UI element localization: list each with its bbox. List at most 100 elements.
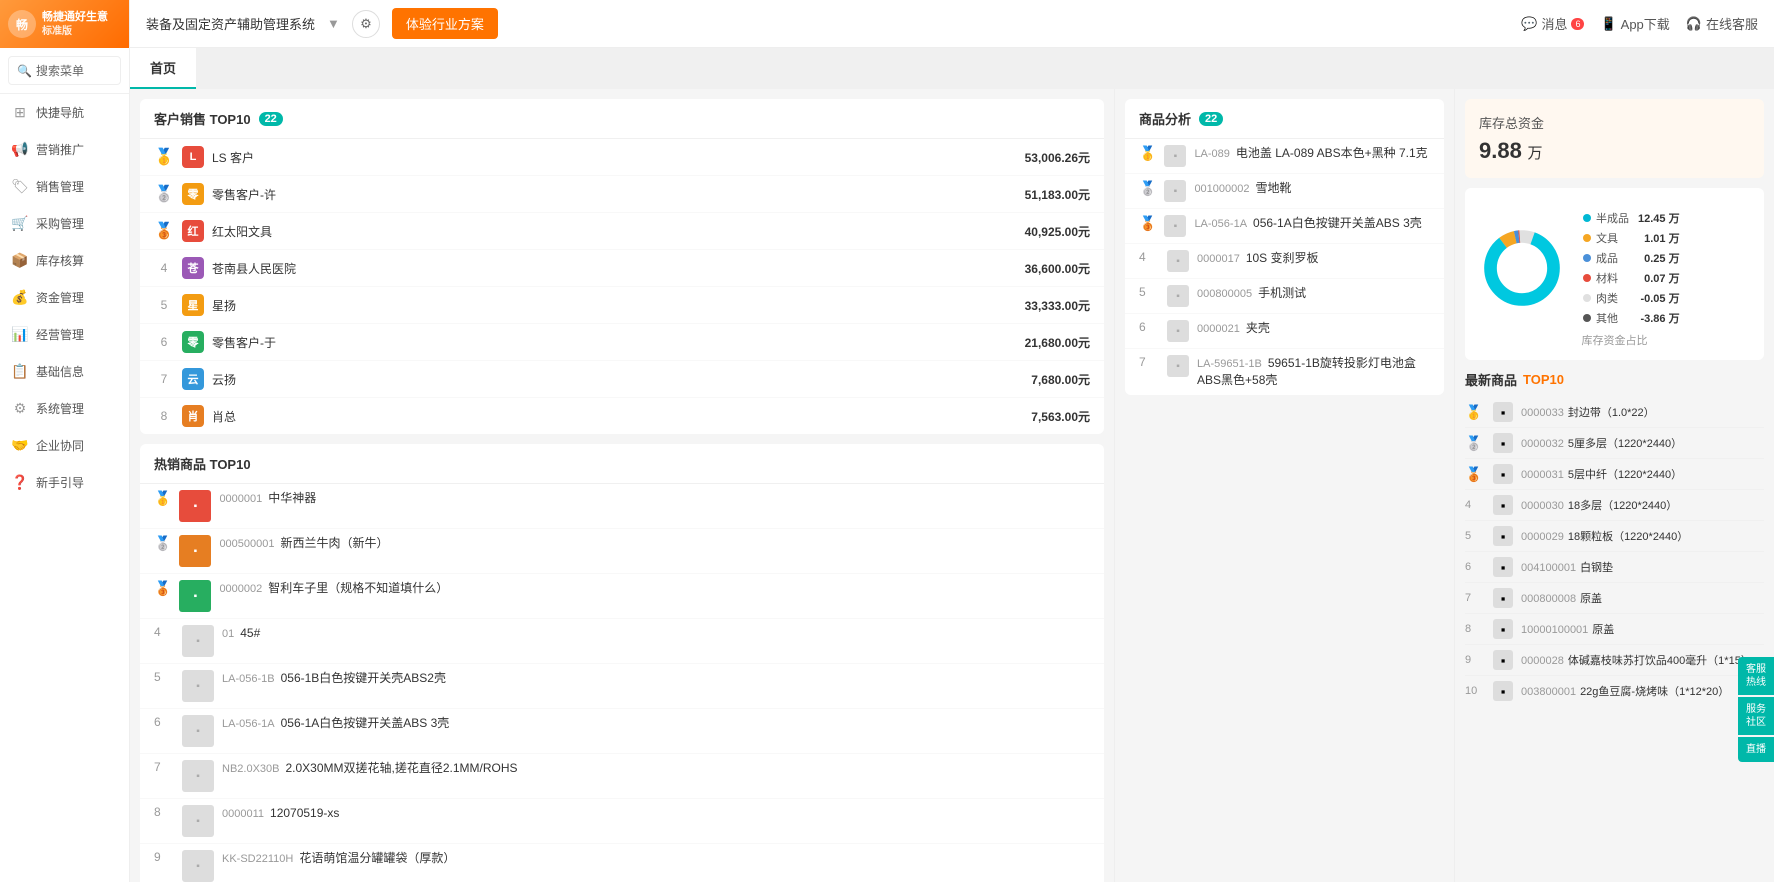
sidebar-brand-subtitle: 标准版 xyxy=(42,25,108,38)
sidebar-item-inventory[interactable]: 📦库存核算 xyxy=(0,242,129,279)
product-rank-num-6: 6 xyxy=(1139,320,1159,334)
customer-row-8: 8 肖 肖总 7,563.00元 xyxy=(140,398,1104,434)
inventory-value-row: 9.88 万 xyxy=(1479,138,1750,164)
new-products-header: 最新商品 TOP10 xyxy=(1465,370,1764,389)
customer-value-4: 36,600.00元 xyxy=(1025,260,1090,277)
np-info-6: 004100001白钢垫 xyxy=(1521,559,1764,575)
product-rank-table: 🥇 ▪ LA-089电池盖 LA-089 ABS本色+黑种 7.1克 🥈 ▪ 0… xyxy=(1125,139,1444,395)
search-menu-button[interactable]: 🔍 搜索菜单 xyxy=(8,56,121,85)
customer-name-3: 红太阳文具 xyxy=(212,223,1017,240)
float-btn-2[interactable]: 直播 xyxy=(1738,737,1774,762)
medal-icon-1: 🥇 xyxy=(154,147,174,167)
topbar-right-section: 💬 消息 6 📱 App下载 🎧 在线客服 xyxy=(1521,14,1758,33)
medal-3: 🥉 xyxy=(154,580,171,597)
sidebar-item-basic-info[interactable]: 📋基础信息 xyxy=(0,353,129,390)
hot-products-card: 热销商品 TOP10 🥇▪ 0000001中华神器 🥈▪ 000500001新西… xyxy=(140,444,1104,882)
product-rank-card: 商品分析 22 🥇 ▪ LA-089电池盖 LA-089 ABS本色+黑种 7.… xyxy=(1125,99,1444,395)
product-rank-thumb-1: ▪ xyxy=(1164,145,1186,167)
sidebar: 畅 畅捷通好生意 标准版 🔍 搜索菜单 ⊞快捷导航📢营销推广🏷销售管理🛒采购管理… xyxy=(0,0,130,882)
sidebar-item-guide[interactable]: ❓新手引导 xyxy=(0,464,129,501)
customer-name-6: 零售客户-于 xyxy=(212,334,1017,351)
customer-value-7: 7,680.00元 xyxy=(1031,371,1090,388)
legend-color-dot xyxy=(1583,214,1591,222)
legend-label: 文具 xyxy=(1596,230,1635,246)
inventory-title: 库存总资金 xyxy=(1479,113,1750,132)
product-thumb-9: ▪ xyxy=(182,850,214,882)
search-menu-label: 搜索菜单 xyxy=(36,62,84,79)
search-icon: 🔍 xyxy=(17,64,32,78)
customer-badge-8: 肖 xyxy=(182,405,204,427)
topbar: 装备及固定资产辅助管理系统 ▼ ⚙ 体验行业方案 💬 消息 6 📱 App下载 … xyxy=(130,0,1774,48)
legend-item: 肉类 -0.05 万 xyxy=(1583,290,1680,306)
sidebar-item-finance[interactable]: 💰资金管理 xyxy=(0,279,129,316)
np-rank-8: 8 xyxy=(1465,623,1485,635)
phone-icon: 📱 xyxy=(1600,16,1616,32)
customer-name-1: LS 客户 xyxy=(212,149,1017,166)
customer-sales-card: 客户销售 TOP10 22 🥇 L LS 客户 53,006.26元🥈 零 零售… xyxy=(140,99,1104,434)
rank-num-8: 8 xyxy=(154,409,174,423)
float-btn-1[interactable]: 服务 社区 xyxy=(1738,697,1774,735)
legend-label: 材料 xyxy=(1596,270,1635,286)
np-thumb-3: ▪ xyxy=(1493,464,1513,484)
new-product-row-4: 4 ▪ 000003018多层（1220*2440） xyxy=(1465,490,1764,521)
legend-item: 其他 -3.86 万 xyxy=(1583,310,1680,326)
sidebar-brand-title: 畅捷通好生意 xyxy=(42,10,108,24)
rank-6: 6 xyxy=(154,715,174,729)
rank-num-6: 6 xyxy=(154,335,174,349)
sidebar-item-sales[interactable]: 🏷销售管理 xyxy=(0,168,129,205)
sidebar-icon-enterprise: 🤝 xyxy=(12,438,28,454)
np-thumb-8: ▪ xyxy=(1493,619,1513,639)
product-rank-info-3: LA-056-1A056-1A白色按键开关盖ABS 3壳 xyxy=(1194,215,1430,232)
new-product-row-3: 🥉 ▪ 00000315层中纤（1220*2440） xyxy=(1465,459,1764,490)
rank-medal-3: 🥉 xyxy=(1139,215,1156,232)
notification-button[interactable]: 💬 消息 6 xyxy=(1521,14,1584,33)
customer-value-6: 21,680.00元 xyxy=(1025,334,1090,351)
product-thumb-8: ▪ xyxy=(182,805,214,837)
tab-home[interactable]: 首页 xyxy=(130,48,196,89)
product-rank-thumb-7: ▪ xyxy=(1167,355,1189,377)
product-rank-row-7: 7 ▪ LA-59651-1B59651-1B旋转投影灯电池盒ABS黑色+58壳 xyxy=(1125,349,1444,395)
new-product-row-9: 9 ▪ 0000028体碱嘉枝味苏打饮品400毫升（1*15） xyxy=(1465,645,1764,676)
rank-medal-1: 🥇 xyxy=(1139,145,1156,162)
product-rank-info-4: 000001710S 变刹罗板 xyxy=(1197,250,1430,267)
middle-column: 商品分析 22 🥇 ▪ LA-089电池盖 LA-089 ABS本色+黑种 7.… xyxy=(1114,89,1454,882)
sidebar-icon-quick-nav: ⊞ xyxy=(12,105,28,121)
sidebar-item-marketing[interactable]: 📢营销推广 xyxy=(0,131,129,168)
online-service-button[interactable]: 🎧 在线客服 xyxy=(1686,14,1758,33)
product-rank-thumb-5: ▪ xyxy=(1167,285,1189,307)
hot-product-info-9: KK-SD22110H花语萌馆温分罐罐袋（厚款） xyxy=(222,850,1090,867)
customer-sales-badge: 22 xyxy=(259,112,283,126)
np-thumb-4: ▪ xyxy=(1493,495,1513,515)
float-btn-0[interactable]: 客服 热线 xyxy=(1738,657,1774,695)
sidebar-item-operations[interactable]: 📊经营管理 xyxy=(0,316,129,353)
sidebar-item-enterprise[interactable]: 🤝企业协同 xyxy=(0,427,129,464)
legend-color-dot xyxy=(1583,234,1591,242)
sidebar-label-quick-nav: 快捷导航 xyxy=(36,104,84,121)
np-rank-4: 4 xyxy=(1465,499,1485,511)
sidebar-item-system[interactable]: ⚙系统管理 xyxy=(0,390,129,427)
settings-gear-button[interactable]: ⚙ xyxy=(352,10,380,38)
legend-value: 0.25 万 xyxy=(1644,250,1679,266)
product-rank-info-1: LA-089电池盖 LA-089 ABS本色+黑种 7.1克 xyxy=(1194,145,1430,162)
sidebar-icon-inventory: 📦 xyxy=(12,253,28,269)
customer-row-5: 5 星 星扬 33,333.00元 xyxy=(140,287,1104,324)
np-info-1: 0000033封边带（1.0*22） xyxy=(1521,404,1764,420)
sidebar-item-quick-nav[interactable]: ⊞ 快捷导航 xyxy=(0,94,129,131)
customer-badge-3: 红 xyxy=(182,220,204,242)
sidebar-item-purchase[interactable]: 🛒采购管理 xyxy=(0,205,129,242)
customer-badge-4: 苍 xyxy=(182,257,204,279)
legend-value: 12.45 万 xyxy=(1638,210,1680,226)
main-area: 装备及固定资产辅助管理系统 ▼ ⚙ 体验行业方案 💬 消息 6 📱 App下载 … xyxy=(130,0,1774,882)
medal-2: 🥈 xyxy=(154,535,171,552)
hot-product-info-6: LA-056-1A056-1A白色按键开关盖ABS 3壳 xyxy=(222,715,1090,732)
app-download-button[interactable]: 📱 App下载 xyxy=(1600,14,1669,33)
rank-num-7: 7 xyxy=(154,372,174,386)
np-thumb-5: ▪ xyxy=(1493,526,1513,546)
trial-plan-button[interactable]: 体验行业方案 xyxy=(392,8,498,39)
product-rank-row-5: 5 ▪ 000800005手机测试 xyxy=(1125,279,1444,314)
hot-product-info-2: 000500001新西兰牛肉（新牛） xyxy=(219,535,1090,552)
sidebar-label-basic-info: 基础信息 xyxy=(36,363,84,380)
new-product-row-2: 🥈 ▪ 00000325厘多层（1220*2440） xyxy=(1465,428,1764,459)
notification-label: 消息 xyxy=(1541,14,1567,33)
notification-badge: 6 xyxy=(1571,18,1584,30)
